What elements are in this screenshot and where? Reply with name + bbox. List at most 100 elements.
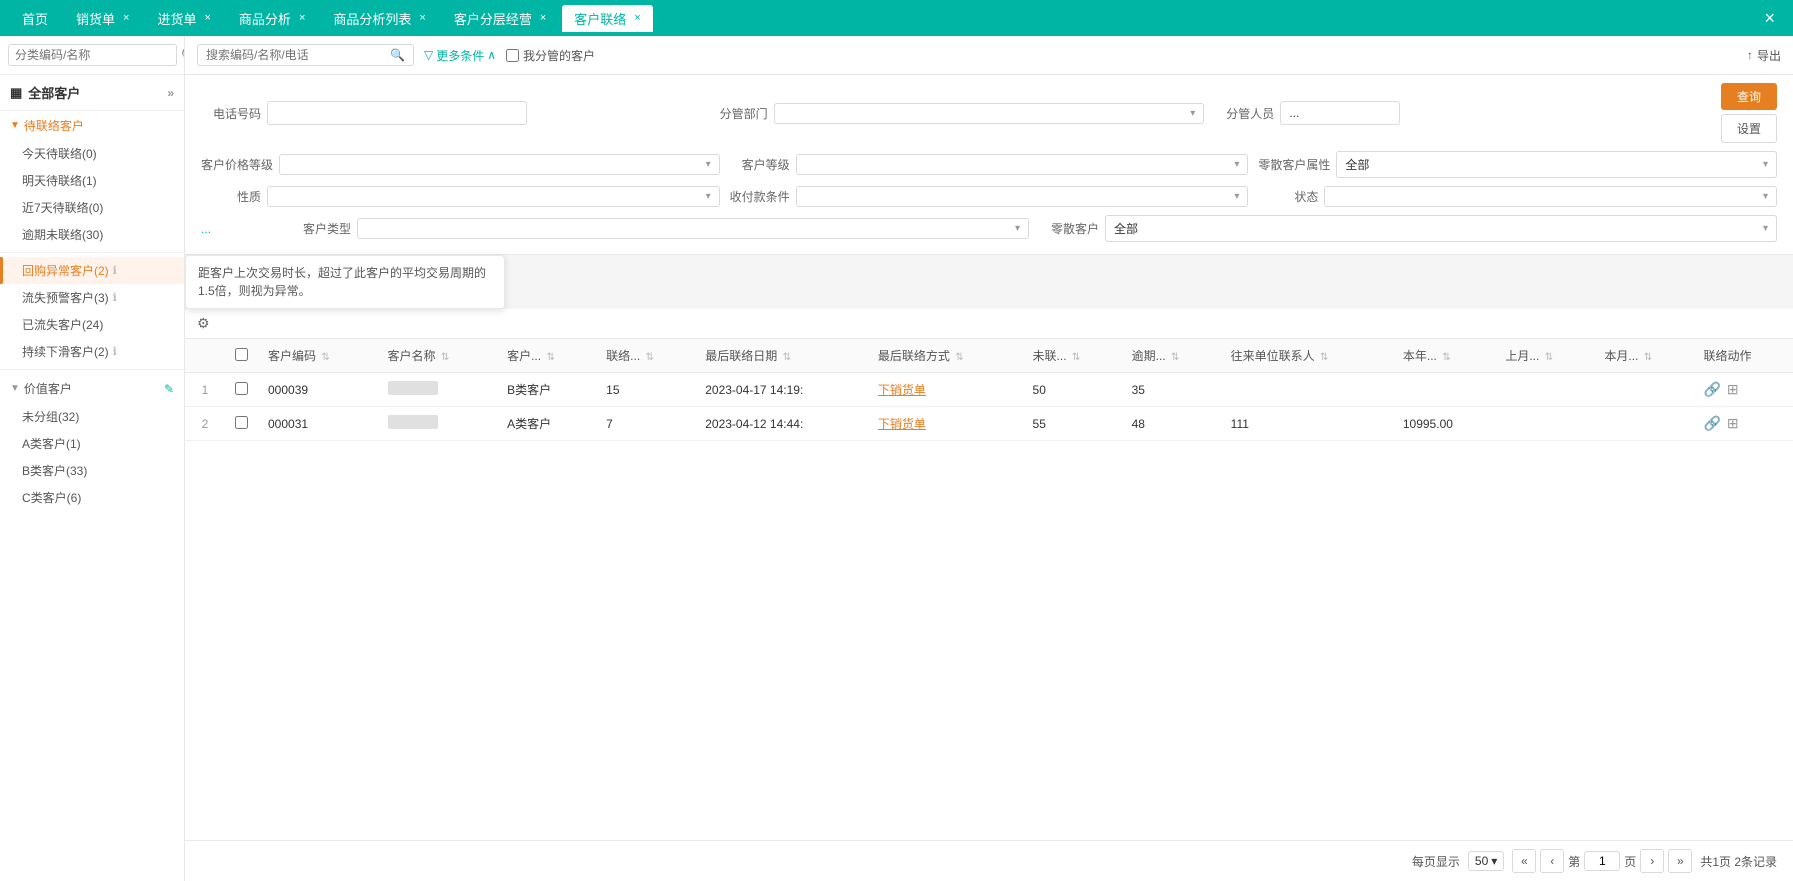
more-dots-btn[interactable]: ...	[201, 222, 211, 236]
row-checkbox[interactable]	[235, 382, 248, 395]
sidebar-wait-contact-group[interactable]: ▼ 待联络客户	[0, 111, 184, 140]
nav-product-list[interactable]: 商品分析列表 ×	[321, 5, 437, 32]
sort-this-year-icon[interactable]: ⇅	[1442, 352, 1450, 363]
sidebar-unclassified[interactable]: 未分组(32)	[0, 403, 184, 430]
cell-contact-count: 15	[596, 373, 695, 407]
sort-contact-person-icon[interactable]: ⇅	[1320, 352, 1328, 363]
nav-customer-contact-close[interactable]: ×	[634, 12, 640, 24]
nav-sales-close[interactable]: ×	[123, 12, 129, 24]
sort-name-icon[interactable]: ⇅	[441, 352, 449, 363]
gender-select[interactable]: ▾	[267, 186, 720, 207]
prev-page-btn[interactable]: ‹	[1540, 849, 1564, 873]
setting-button[interactable]: 设置	[1721, 114, 1777, 143]
sidebar-c-class[interactable]: C类客户(6)	[0, 484, 184, 511]
nav-product-analysis[interactable]: 商品分析 ×	[227, 5, 317, 32]
status-select[interactable]: ▾	[1324, 186, 1777, 207]
last-method-link[interactable]: 下销货单	[878, 383, 926, 397]
sort-overdue-icon[interactable]: ⇅	[1171, 352, 1179, 363]
cell-last-method[interactable]: 下销货单	[868, 407, 1023, 441]
sidebar-repeat-buy-abnormal[interactable]: 回购异常客户(2) ℹ	[0, 257, 184, 284]
person-select[interactable]: ...	[1280, 101, 1400, 125]
sort-last-month-icon[interactable]: ⇅	[1545, 352, 1553, 363]
col-header-grade: 客户... ⇅	[497, 339, 596, 373]
cell-checkbox[interactable]	[225, 373, 258, 407]
per-page-select[interactable]: 50 ▾	[1468, 851, 1504, 871]
last-method-link[interactable]: 下销货单	[878, 417, 926, 431]
window-close-button[interactable]: ×	[1756, 8, 1783, 29]
my-customers-checkbox[interactable]: 我分管的客户	[506, 47, 595, 64]
query-button[interactable]: 查询	[1721, 83, 1777, 110]
select-all-checkbox[interactable]	[235, 348, 248, 361]
sort-method-icon[interactable]: ⇅	[955, 352, 963, 363]
sidebar-overdue-contact[interactable]: 逾期未联络(30)	[0, 221, 184, 248]
table-toolbar: ⚙	[185, 309, 1793, 339]
sort-code-icon[interactable]: ⇅	[321, 352, 329, 363]
filter-bar: 🔍 ▽ 更多条件 ∧ 我分管的客户 ↑ 导出	[185, 36, 1793, 75]
more-conditions-btn[interactable]: ▽ 更多条件 ∧	[424, 47, 496, 64]
col-header-last-month: 上月... ⇅	[1495, 339, 1594, 373]
nav-customer-layer[interactable]: 客户分层经营 ×	[442, 5, 558, 32]
cell-overdue: 35	[1122, 373, 1221, 407]
cell-code: 000039	[258, 373, 378, 407]
payment-select[interactable]: ▾	[796, 186, 1249, 207]
nav-customer-contact[interactable]: 客户联络 ×	[562, 5, 652, 32]
edit-icon[interactable]: ✎	[164, 382, 174, 396]
sidebar-7days-contact[interactable]: 近7天待联络(0)	[0, 194, 184, 221]
phone-input[interactable]	[267, 101, 527, 125]
sort-uncontacted-icon[interactable]: ⇅	[1072, 352, 1080, 363]
main-search-input[interactable]	[206, 48, 386, 62]
sidebar-loss-warning[interactable]: 流失预警客户(3) ℹ	[0, 284, 184, 311]
nav-product-analysis-close[interactable]: ×	[299, 12, 305, 24]
nav-product-list-close[interactable]: ×	[419, 12, 425, 24]
sidebar: 🔍 ▦ 全部客户 » ▼ 待联络客户 今天待联络(0) 明天待联络(1) 近7天…	[0, 36, 185, 881]
page-number-input[interactable]	[1584, 851, 1620, 871]
action-grid-icon[interactable]: ⊞	[1727, 415, 1739, 432]
nav-home[interactable]: 首页	[10, 5, 60, 32]
cell-checkbox[interactable]	[225, 407, 258, 441]
col-header-uncontacted: 未联... ⇅	[1023, 339, 1122, 373]
dept-select[interactable]: ▾	[774, 103, 1205, 124]
sidebar-a-class[interactable]: A类客户(1)	[0, 430, 184, 457]
my-customers-cb-input[interactable]	[506, 49, 519, 62]
nav-purchase-close[interactable]: ×	[204, 12, 210, 24]
table-scroll-container[interactable]: 客户编码 ⇅ 客户名称 ⇅ 客户... ⇅	[185, 339, 1793, 840]
first-page-btn[interactable]: «	[1512, 849, 1536, 873]
cell-action: 🔗 ⊞	[1693, 407, 1793, 441]
price-grade-select[interactable]: ▾	[279, 154, 720, 175]
sidebar-search-input[interactable]	[8, 44, 177, 66]
sidebar-value-group[interactable]: ▼ 价值客户 ✎	[0, 374, 184, 403]
col-header-contact-person: 往来单位联系人 ⇅	[1221, 339, 1393, 373]
sidebar-b-class[interactable]: B类客户(33)	[0, 457, 184, 484]
table-row: 1 000039 B类客户 15 2023-04-17 14:19: 下销货单 …	[185, 373, 1793, 407]
export-button[interactable]: ↑ 导出	[1747, 47, 1781, 64]
col-header-num	[185, 339, 225, 373]
nav-sales[interactable]: 销货单 ×	[64, 5, 141, 32]
sidebar-collapse-icon[interactable]: »	[167, 86, 174, 100]
sort-contact-icon[interactable]: ⇅	[646, 352, 654, 363]
action-grid-icon[interactable]: ⊞	[1727, 381, 1739, 398]
main-search-icon[interactable]: 🔍	[390, 48, 405, 62]
sort-this-month-icon[interactable]: ⇅	[1644, 352, 1652, 363]
row-checkbox[interactable]	[235, 416, 248, 429]
sidebar-today-contact[interactable]: 今天待联络(0)	[0, 140, 184, 167]
col-header-overdue: 逾期... ⇅	[1122, 339, 1221, 373]
sidebar-already-loss[interactable]: 已流失客户(24)	[0, 311, 184, 338]
sidebar-continuous-drop[interactable]: 持续下滑客户(2) ℹ	[0, 338, 184, 365]
cell-this-year: 10995.00	[1393, 407, 1495, 441]
retail-attr-select[interactable]: 全部 ▾	[1336, 151, 1777, 178]
nav-purchase[interactable]: 进货单 ×	[145, 5, 222, 32]
next-page-btn[interactable]: ›	[1640, 849, 1664, 873]
action-link-icon[interactable]: 🔗	[1703, 415, 1720, 432]
customer-type-select[interactable]: ▾	[357, 218, 1029, 239]
action-link-icon[interactable]: 🔗	[1703, 381, 1720, 398]
customer-grade-select[interactable]: ▾	[796, 154, 1249, 175]
sidebar-tomorrow-contact[interactable]: 明天待联络(1)	[0, 167, 184, 194]
nav-customer-layer-close[interactable]: ×	[540, 12, 546, 24]
sort-grade-icon[interactable]: ⇅	[546, 352, 554, 363]
last-page-btn[interactable]: »	[1668, 849, 1692, 873]
cell-last-method[interactable]: 下销货单	[868, 373, 1023, 407]
retail-customer-select[interactable]: 全部 ▾	[1105, 215, 1777, 242]
table-settings-icon[interactable]: ⚙	[197, 315, 210, 332]
customer-type-chevron: ▾	[1015, 223, 1020, 234]
sort-last-date-icon[interactable]: ⇅	[783, 352, 791, 363]
